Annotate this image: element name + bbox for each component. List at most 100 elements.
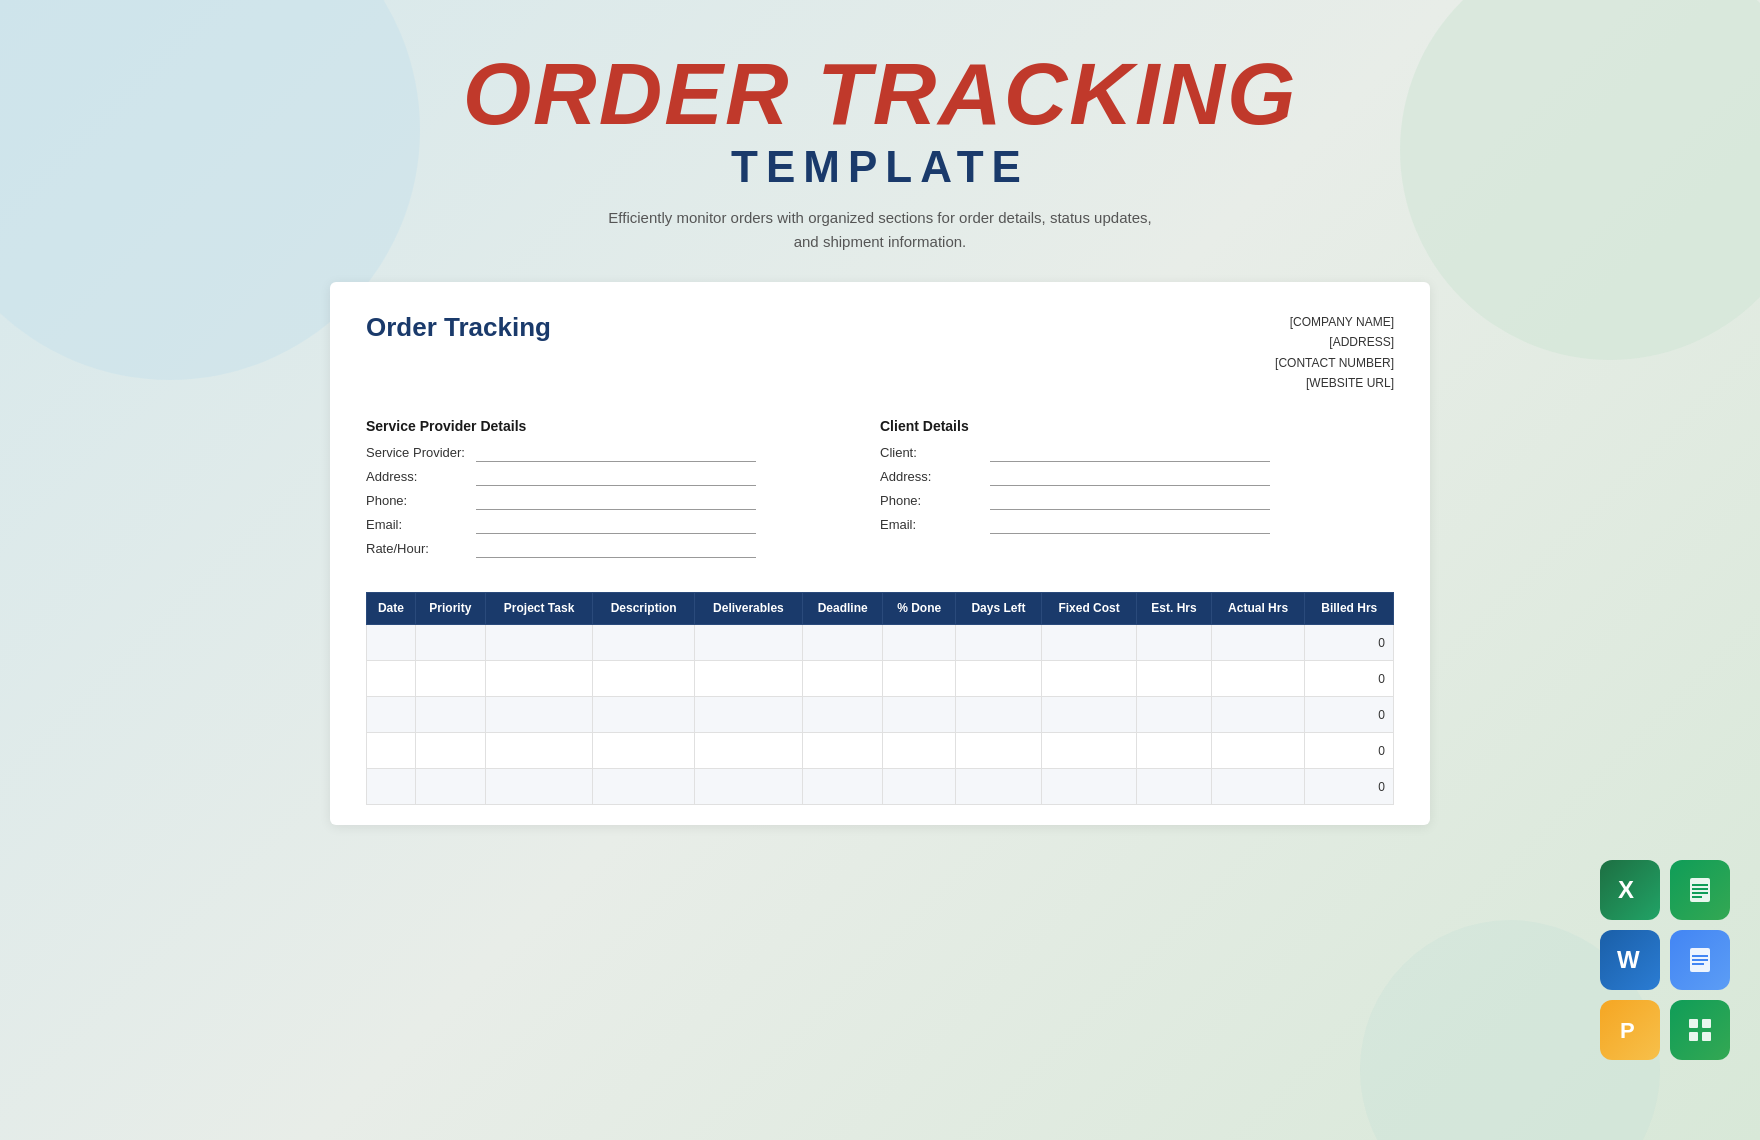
svg-rect-2 <box>1692 884 1708 886</box>
table-cell[interactable] <box>802 733 883 769</box>
table-cell[interactable] <box>883 625 956 661</box>
google-docs-icon[interactable] <box>1670 930 1730 990</box>
client-field-3: Phone: <box>880 492 1394 510</box>
company-website: [WEBSITE URL] <box>1275 373 1394 393</box>
table-cell[interactable] <box>1211 661 1305 697</box>
page-sub-title: TEMPLATE <box>731 142 1029 192</box>
client-col: Client Details Client: Address: Phone: E… <box>880 418 1394 564</box>
client-field-4: Email: <box>880 516 1394 534</box>
table-cell[interactable] <box>1137 769 1211 805</box>
table-cell[interactable] <box>802 661 883 697</box>
word-icon[interactable]: W <box>1600 930 1660 990</box>
table-cell[interactable] <box>802 697 883 733</box>
svg-rect-13 <box>1702 1019 1711 1028</box>
sp-field-3: Phone: <box>366 492 880 510</box>
col-est-hrs: Est. Hrs <box>1137 592 1211 625</box>
table-cell[interactable] <box>485 697 593 733</box>
table-cell[interactable] <box>1041 661 1136 697</box>
pages-icon[interactable]: P <box>1600 1000 1660 1060</box>
table-cell[interactable] <box>485 769 593 805</box>
table-cell[interactable] <box>1137 625 1211 661</box>
table-cell[interactable] <box>883 661 956 697</box>
billed-hrs-cell[interactable]: 0 <box>1305 769 1394 805</box>
col-deliverables: Deliverables <box>695 592 803 625</box>
table-cell[interactable] <box>1041 769 1136 805</box>
table-cell[interactable] <box>1137 661 1211 697</box>
table-cell[interactable] <box>956 625 1042 661</box>
table-cell[interactable] <box>1041 733 1136 769</box>
table-cell[interactable] <box>367 625 416 661</box>
table-cell[interactable] <box>802 625 883 661</box>
company-info: [COMPANY NAME] [ADDRESS] [CONTACT NUMBER… <box>1275 312 1394 394</box>
table-cell[interactable] <box>956 697 1042 733</box>
table-cell[interactable] <box>802 769 883 805</box>
table-cell[interactable] <box>1041 625 1136 661</box>
table-cell[interactable] <box>695 661 803 697</box>
table-cell[interactable] <box>593 661 695 697</box>
table-row[interactable]: 0 <box>367 733 1394 769</box>
billed-hrs-cell[interactable]: 0 <box>1305 625 1394 661</box>
table-cell[interactable] <box>956 769 1042 805</box>
sp-field-4: Email: <box>366 516 880 534</box>
table-cell[interactable] <box>415 625 485 661</box>
svg-text:X: X <box>1618 876 1634 903</box>
google-sheets-icon[interactable] <box>1670 860 1730 920</box>
table-cell[interactable] <box>415 697 485 733</box>
table-cell[interactable] <box>415 769 485 805</box>
table-cell[interactable] <box>593 625 695 661</box>
svg-rect-14 <box>1689 1032 1698 1041</box>
table-cell[interactable] <box>367 769 416 805</box>
table-cell[interactable] <box>485 661 593 697</box>
client-heading: Client Details <box>880 418 1394 434</box>
table-cell[interactable] <box>956 661 1042 697</box>
table-cell[interactable] <box>367 661 416 697</box>
table-cell[interactable] <box>695 733 803 769</box>
table-cell[interactable] <box>1211 733 1305 769</box>
table-cell[interactable] <box>485 625 593 661</box>
excel-icon[interactable]: X <box>1600 860 1660 920</box>
table-cell[interactable] <box>367 733 416 769</box>
table-row[interactable]: 0 <box>367 625 1394 661</box>
table-cell[interactable] <box>695 697 803 733</box>
table-cell[interactable] <box>883 733 956 769</box>
doc-title: Order Tracking <box>366 312 551 343</box>
table-cell[interactable] <box>1041 697 1136 733</box>
table-cell[interactable] <box>883 769 956 805</box>
table-cell[interactable] <box>1137 733 1211 769</box>
col-date: Date <box>367 592 416 625</box>
table-cell[interactable] <box>695 769 803 805</box>
svg-text:P: P <box>1620 1018 1635 1043</box>
numbers-icon[interactable] <box>1670 1000 1730 1060</box>
billed-hrs-cell[interactable]: 0 <box>1305 661 1394 697</box>
table-cell[interactable] <box>485 733 593 769</box>
table-cell[interactable] <box>1137 697 1211 733</box>
table-cell[interactable] <box>415 661 485 697</box>
table-cell[interactable] <box>1211 769 1305 805</box>
table-cell[interactable] <box>956 733 1042 769</box>
details-section: Service Provider Details Service Provide… <box>366 418 1394 564</box>
company-name: [COMPANY NAME] <box>1275 312 1394 332</box>
col-description: Description <box>593 592 695 625</box>
table-cell[interactable] <box>1211 625 1305 661</box>
svg-text:W: W <box>1617 946 1640 973</box>
table-row[interactable]: 0 <box>367 769 1394 805</box>
billed-hrs-cell[interactable]: 0 <box>1305 697 1394 733</box>
col-percent-done: % Done <box>883 592 956 625</box>
document-card: Order Tracking [COMPANY NAME] [ADDRESS] … <box>330 282 1430 825</box>
table-header-row: Date Priority Project Task Description D… <box>367 592 1394 625</box>
table-cell[interactable] <box>593 697 695 733</box>
company-address: [ADDRESS] <box>1275 332 1394 352</box>
billed-hrs-cell[interactable]: 0 <box>1305 733 1394 769</box>
svg-rect-5 <box>1692 896 1702 898</box>
table-cell[interactable] <box>415 733 485 769</box>
table-row[interactable]: 0 <box>367 661 1394 697</box>
app-icons-panel: X W P <box>1600 860 1730 1060</box>
table-cell[interactable] <box>593 733 695 769</box>
table-row[interactable]: 0 <box>367 697 1394 733</box>
table-cell[interactable] <box>883 697 956 733</box>
sp-field-1: Service Provider: <box>366 444 880 462</box>
table-cell[interactable] <box>367 697 416 733</box>
table-cell[interactable] <box>593 769 695 805</box>
table-cell[interactable] <box>1211 697 1305 733</box>
table-cell[interactable] <box>695 625 803 661</box>
